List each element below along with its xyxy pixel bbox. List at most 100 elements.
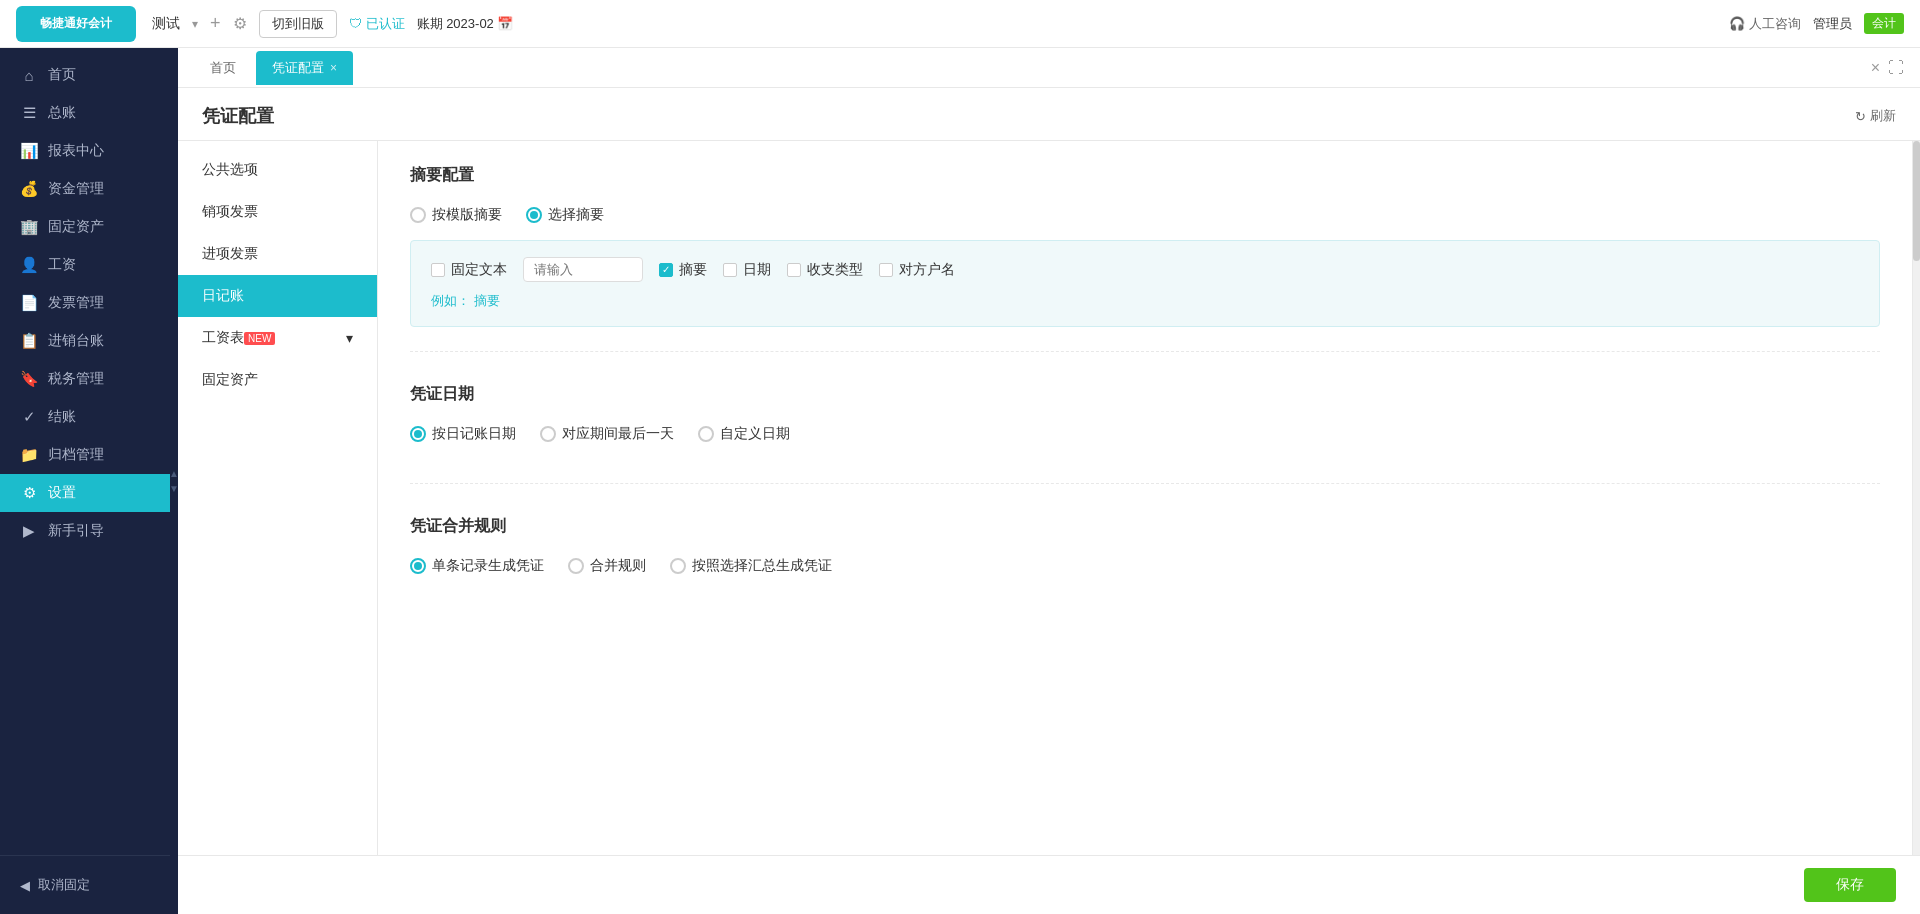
sidebar-scroll-up-icon[interactable]: ▲ [169, 468, 179, 479]
radio-circle-period-last [540, 426, 556, 442]
date-radio-period-last[interactable]: 对应期间最后一天 [540, 425, 674, 443]
payment-type-checkbox[interactable]: 收支类型 [787, 261, 863, 279]
tab-voucher-config-label: 凭证配置 [272, 59, 324, 77]
sidebar-item-settings[interactable]: ⚙ 设置 [0, 474, 178, 512]
fixed-text-checkbox[interactable]: 固定文本 [431, 261, 507, 279]
report-icon: 📊 [20, 142, 38, 160]
close-tab-button[interactable]: × [1871, 59, 1880, 77]
fixed-text-input[interactable] [523, 257, 643, 282]
sidebar-item-payroll[interactable]: 👤 工资 [0, 246, 178, 284]
radio-circle-journal-date [410, 426, 426, 442]
merge-radio-rule[interactable]: 合并规则 [568, 557, 646, 575]
sidebar-item-label: 进销台账 [48, 332, 104, 350]
sidebar-item-invoice[interactable]: 📄 发票管理 [0, 284, 178, 322]
sidebar-item-label: 工资 [48, 256, 76, 274]
counterparty-checkbox[interactable]: 对方户名 [879, 261, 955, 279]
main-layout: ▲ ▼ ⌂ 首页 ☰ 总账 📊 报表中心 💰 资金管理 🏢 固定资产 [0, 48, 1920, 914]
sidebar-item-report[interactable]: 📊 报表中心 [0, 132, 178, 170]
fullscreen-button[interactable]: ⛶ [1888, 59, 1904, 77]
assets-icon: 🏢 [20, 218, 38, 236]
summary-section: 摘要配置 按模版摘要 选择摘要 [410, 165, 1880, 352]
sidebar-item-label: 税务管理 [48, 370, 104, 388]
refresh-button[interactable]: ↻ 刷新 [1855, 107, 1896, 125]
company-name: 测试 [152, 15, 180, 33]
guide-icon: ▶ [20, 522, 38, 540]
sidebar-item-purchase-sales[interactable]: 📋 进销台账 [0, 322, 178, 360]
sidebar-item-close-account[interactable]: ✓ 结账 [0, 398, 178, 436]
sidebar-item-guide[interactable]: ▶ 新手引导 [0, 512, 178, 550]
sidebar-item-label: 首页 [48, 66, 76, 84]
sidebar-item-funds[interactable]: 💰 资金管理 [0, 170, 178, 208]
sidebar-item-home[interactable]: ⌂ 首页 [0, 56, 178, 94]
sidebar-item-label: 固定资产 [48, 218, 104, 236]
sidebar-item-assets[interactable]: 🏢 固定资产 [0, 208, 178, 246]
collapse-icon: ◀ [20, 878, 30, 893]
sidebar-item-label: 报表中心 [48, 142, 104, 160]
sidebar: ▲ ▼ ⌂ 首页 ☰ 总账 📊 报表中心 💰 资金管理 🏢 固定资产 [0, 48, 178, 914]
config-menu-fixed-assets[interactable]: 固定资产 [178, 359, 377, 401]
date-section-title: 凭证日期 [410, 384, 1880, 405]
date-radio-group: 按日记账日期 对应期间最后一天 自定义日期 [410, 425, 1880, 443]
settings-icon[interactable]: ⚙ [233, 14, 247, 33]
radio-circle-select-sum [670, 558, 686, 574]
page-content: 凭证配置 ↻ 刷新 公共选项 销项发票 进项发票 [178, 88, 1920, 914]
sidebar-item-label: 设置 [48, 484, 76, 502]
consult-button[interactable]: 🎧 人工咨询 [1729, 15, 1801, 33]
checkbox-box-summary: ✓ [659, 263, 673, 277]
save-button[interactable]: 保存 [1804, 868, 1896, 902]
summary-section-title: 摘要配置 [410, 165, 1880, 186]
sidebar-item-label: 归档管理 [48, 446, 104, 464]
tax-icon: 🔖 [20, 370, 38, 388]
merge-radio-group: 单条记录生成凭证 合并规则 按照选择汇总生成凭证 [410, 557, 1880, 575]
tab-home[interactable]: 首页 [194, 51, 252, 85]
merge-radio-select-sum[interactable]: 按照选择汇总生成凭证 [670, 557, 832, 575]
tab-close-icon[interactable]: × [330, 61, 337, 75]
date-radio-custom[interactable]: 自定义日期 [698, 425, 790, 443]
period-label: 账期 2023-02 📅 [417, 15, 514, 33]
invoice-icon: 📄 [20, 294, 38, 312]
right-scrollbar[interactable] [1912, 141, 1920, 855]
date-radio-journal[interactable]: 按日记账日期 [410, 425, 516, 443]
sidebar-item-label: 发票管理 [48, 294, 104, 312]
sidebar-scroll-down-icon[interactable]: ▼ [169, 483, 179, 494]
refresh-icon: ↻ [1855, 109, 1866, 124]
sidebar-collapse-button[interactable]: ◀ 取消固定 [0, 868, 178, 902]
add-icon[interactable]: + [210, 13, 221, 34]
app-logo: 畅捷通好会计 [16, 6, 136, 42]
radio-circle-merge-rule [568, 558, 584, 574]
sidebar-item-archive[interactable]: 📁 归档管理 [0, 436, 178, 474]
config-menu-journal[interactable]: 日记账 [178, 275, 377, 317]
tab-voucher-config[interactable]: 凭证配置 × [256, 51, 353, 85]
date-section: 凭证日期 按日记账日期 对应期间最后一天 [410, 384, 1880, 484]
merge-radio-single[interactable]: 单条记录生成凭证 [410, 557, 544, 575]
config-menu-sales-invoice[interactable]: 销项发票 [178, 191, 377, 233]
summary-radio-select[interactable]: 选择摘要 [526, 206, 604, 224]
checkbox-box-counterparty [879, 263, 893, 277]
page-header: 凭证配置 ↻ 刷新 [178, 88, 1920, 141]
manager-label[interactable]: 管理员 [1813, 15, 1852, 33]
date-checkbox[interactable]: 日期 [723, 261, 771, 279]
sidebar-item-tax[interactable]: 🔖 税务管理 [0, 360, 178, 398]
summary-sub-config: 固定文本 ✓ 摘要 日期 [410, 240, 1880, 327]
payroll-icon: 👤 [20, 256, 38, 274]
purchase-sales-icon: 📋 [20, 332, 38, 350]
role-badge[interactable]: 会计 [1864, 13, 1904, 34]
config-menu-payroll-table[interactable]: 工资表 NEW ▾ [178, 317, 377, 359]
sidebar-item-label: 结账 [48, 408, 76, 426]
sidebar-item-label: 新手引导 [48, 522, 104, 540]
funds-icon: 💰 [20, 180, 38, 198]
summary-checkbox[interactable]: ✓ 摘要 [659, 261, 707, 279]
sidebar-item-ledger[interactable]: ☰ 总账 [0, 94, 178, 132]
radio-circle-custom-date [698, 426, 714, 442]
example-text: 例如： 摘要 [431, 292, 1859, 310]
merge-section-title: 凭证合并规则 [410, 516, 1880, 537]
company-chevron-icon[interactable]: ▾ [192, 17, 198, 31]
chevron-down-icon: ▾ [346, 330, 353, 346]
config-layout: 公共选项 销项发票 进项发票 日记账 工资表 NEW ▾ [178, 141, 1920, 855]
switch-version-button[interactable]: 切到旧版 [259, 10, 337, 38]
shield-icon: 🛡 [349, 16, 362, 31]
config-menu-public[interactable]: 公共选项 [178, 149, 377, 191]
archive-icon: 📁 [20, 446, 38, 464]
config-menu-purchase-invoice[interactable]: 进项发票 [178, 233, 377, 275]
summary-radio-template[interactable]: 按模版摘要 [410, 206, 502, 224]
